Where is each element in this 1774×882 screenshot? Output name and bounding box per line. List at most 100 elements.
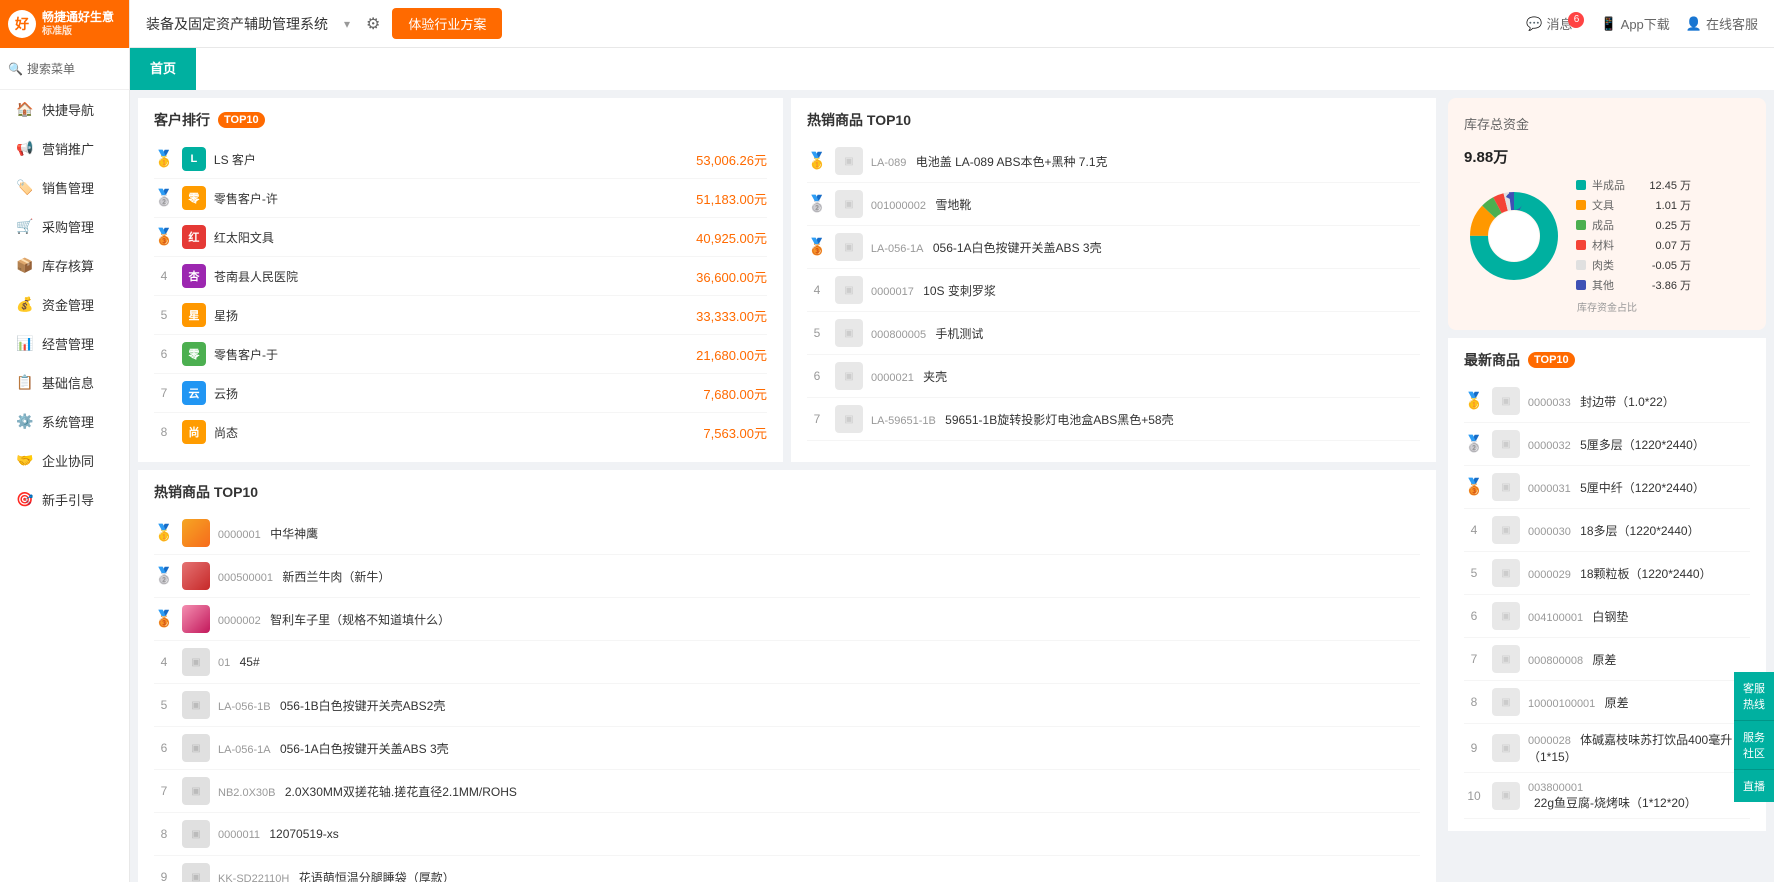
product-thumb: [182, 562, 210, 590]
experience-btn[interactable]: 体验行业方案: [392, 8, 502, 39]
product-placeholder-icon: ▣: [1501, 525, 1510, 536]
sidebar-item-finance[interactable]: 💰 资金管理: [0, 285, 129, 324]
new-product-row: 10 ▣ 003800001 22g鱼豆腐-烧烤味（1*12*20）: [1464, 773, 1750, 819]
sidebar-item-quick-nav[interactable]: 🏠快捷导航: [0, 90, 129, 129]
product-placeholder-icon: ▣: [1501, 654, 1510, 665]
product-thumb: [182, 605, 210, 633]
hot-product-right-row: 🥇 ▣ LA-089 电池盖 LA-089 ABS本色+黑种 7.1克: [807, 140, 1420, 183]
product-info: 0000001 中华神鹰: [218, 525, 1420, 542]
rank-number: 6: [807, 369, 827, 383]
new-product-row: 8 ▣ 10000100001 原差: [1464, 681, 1750, 724]
sidebar-label-marketing: 营销推广: [42, 139, 94, 158]
sidebar-item-operation[interactable]: 📊经营管理: [0, 324, 129, 363]
sidebar-item-marketing[interactable]: 📢 营销推广: [0, 129, 129, 168]
new-products-list: 🥇 ▣ 0000033 封边带（1.0*22） 🥈 ▣ 0000032 5厘多层…: [1464, 380, 1750, 819]
new-product-row: 7 ▣ 000800008 原差: [1464, 638, 1750, 681]
product-placeholder-icon: ▣: [844, 328, 853, 339]
product-name: 18多层（1220*2440）: [1580, 524, 1699, 538]
product-code: 0000033: [1528, 397, 1571, 409]
product-name: 白钢垫: [1592, 610, 1628, 624]
product-info: 000800008 原差: [1528, 651, 1750, 668]
product-code: 000800005: [871, 329, 926, 341]
content-right: 库存总资金 9.88万: [1444, 90, 1774, 882]
product-code: 0000017: [871, 286, 914, 298]
sidebar-item-guide[interactable]: 🎯新手引导: [0, 480, 129, 519]
float-button[interactable]: 客服热线: [1734, 672, 1774, 721]
product-info: 000500001 新西兰牛肉（新牛）: [218, 568, 1420, 585]
sidebar-icon-system: ⚙️: [16, 413, 34, 431]
customer-name: LS 客户: [214, 151, 688, 168]
product-placeholder-icon: ▣: [191, 657, 200, 668]
customer-value: 51,183.00元: [696, 189, 767, 208]
messages-area[interactable]: 💬 消息 6: [1526, 14, 1584, 33]
product-name: 2.0X30MM双搓花轴.搓花直径2.1MM/ROHS: [285, 785, 517, 799]
product-code: LA-056-1A: [871, 243, 924, 255]
inventory-value: 9.88万: [1464, 137, 1750, 169]
product-placeholder-icon: ▣: [844, 199, 853, 210]
inventory-title: 库存总资金: [1464, 114, 1750, 133]
product-thumb: ▣: [1492, 473, 1520, 501]
search-menu-button[interactable]: 🔍 搜索菜单: [8, 56, 121, 81]
content-area: 客户排行 TOP10 🥇 L LS 客户 53,006.26元 🥈 零 零售客户…: [130, 90, 1774, 882]
product-code: NB2.0X30B: [218, 787, 275, 799]
sidebar-item-system[interactable]: ⚙️系统管理: [0, 402, 129, 441]
product-name: 夹壳: [923, 370, 947, 384]
system-title: 装备及固定资产辅助管理系统: [146, 14, 328, 34]
search-menu-label: 搜索菜单: [27, 60, 75, 77]
online-service-area[interactable]: 👤 在线客服: [1686, 14, 1758, 33]
settings-icon[interactable]: ⚙: [366, 14, 380, 34]
product-name: 电池盖 LA-089 ABS本色+黑种 7.1克: [916, 155, 1108, 169]
product-thumb: ▣: [182, 734, 210, 762]
product-thumb: ▣: [182, 820, 210, 848]
product-thumb: ▣: [835, 190, 863, 218]
rank-number: 8: [154, 827, 174, 841]
new-products-title: 最新商品 TOP10: [1464, 350, 1750, 370]
customer-name: 云扬: [214, 385, 695, 402]
customer-value: 53,006.26元: [696, 150, 767, 169]
product-thumb: ▣: [1492, 688, 1520, 716]
sidebar-item-inventory[interactable]: 📦库存核算: [0, 246, 129, 285]
logo-title: 畅捷通好生意: [42, 10, 114, 26]
inventory-sub-label: 库存资金占比: [1464, 299, 1750, 314]
customer-rank-row: 8 尚 尚态 7,563.00元: [154, 413, 767, 450]
float-button[interactable]: 直播: [1734, 770, 1774, 802]
sidebar-icon-marketing: 📢: [16, 140, 34, 158]
sidebar-icon-finance: 💰: [16, 296, 34, 314]
medal-bronze-icon: 🥉: [807, 237, 827, 257]
sidebar: 好 畅捷通好生意 标准版 🔍 搜索菜单 🏠快捷导航📢营销推广🏷️销售管理🛒采购管…: [0, 0, 130, 882]
sidebar-item-base[interactable]: 📋基础信息: [0, 363, 129, 402]
product-placeholder-icon: ▣: [1501, 439, 1510, 450]
product-name: 新西兰牛肉（新牛）: [282, 570, 390, 584]
product-placeholder-icon: ▣: [1501, 568, 1510, 579]
sidebar-item-sales[interactable]: 🏷️销售管理: [0, 168, 129, 207]
legend-item: 成品 0.25 万: [1576, 217, 1691, 233]
rank-number: 4: [154, 655, 174, 669]
legend-value: 0.07 万: [1631, 237, 1691, 253]
app-download-area[interactable]: 📱 App下载: [1600, 14, 1669, 33]
sidebar-item-purchase[interactable]: 🛒采购管理: [0, 207, 129, 246]
tab-home[interactable]: 首页: [130, 48, 196, 90]
new-product-row: 4 ▣ 0000030 18多层（1220*2440）: [1464, 509, 1750, 552]
rank-number: 4: [1464, 523, 1484, 537]
customer-avatar: 尚: [182, 420, 206, 444]
customer-name: 苍南县人民医院: [214, 268, 688, 285]
float-button[interactable]: 服务社区: [1734, 721, 1774, 770]
sidebar-icon-quick-nav: 🏠: [16, 101, 34, 119]
product-thumb: ▣: [835, 319, 863, 347]
legend-item: 文具 1.01 万: [1576, 197, 1691, 213]
dropdown-arrow-icon[interactable]: ▾: [344, 17, 350, 31]
product-info: 004100001 白钢垫: [1528, 608, 1750, 625]
product-thumb: ▣: [1492, 516, 1520, 544]
product-code: 0000011: [218, 829, 260, 841]
product-placeholder-icon: ▣: [1501, 482, 1510, 493]
product-code: LA-056-1A: [218, 744, 271, 756]
product-placeholder-icon: ▣: [1501, 697, 1510, 708]
sidebar-item-coop[interactable]: 🤝企业协同: [0, 441, 129, 480]
product-info: NB2.0X30B 2.0X30MM双搓花轴.搓花直径2.1MM/ROHS: [218, 783, 1420, 800]
rank-number: 9: [1464, 741, 1484, 755]
hot-product-right-row: 4 ▣ 0000017 10S 变刺罗浆: [807, 269, 1420, 312]
medal-bronze-icon: 🥉: [154, 609, 174, 629]
rank-number: 6: [154, 347, 174, 361]
sidebar-label-finance: 资金管理: [42, 295, 94, 314]
sidebar-label-coop: 企业协同: [42, 451, 94, 470]
